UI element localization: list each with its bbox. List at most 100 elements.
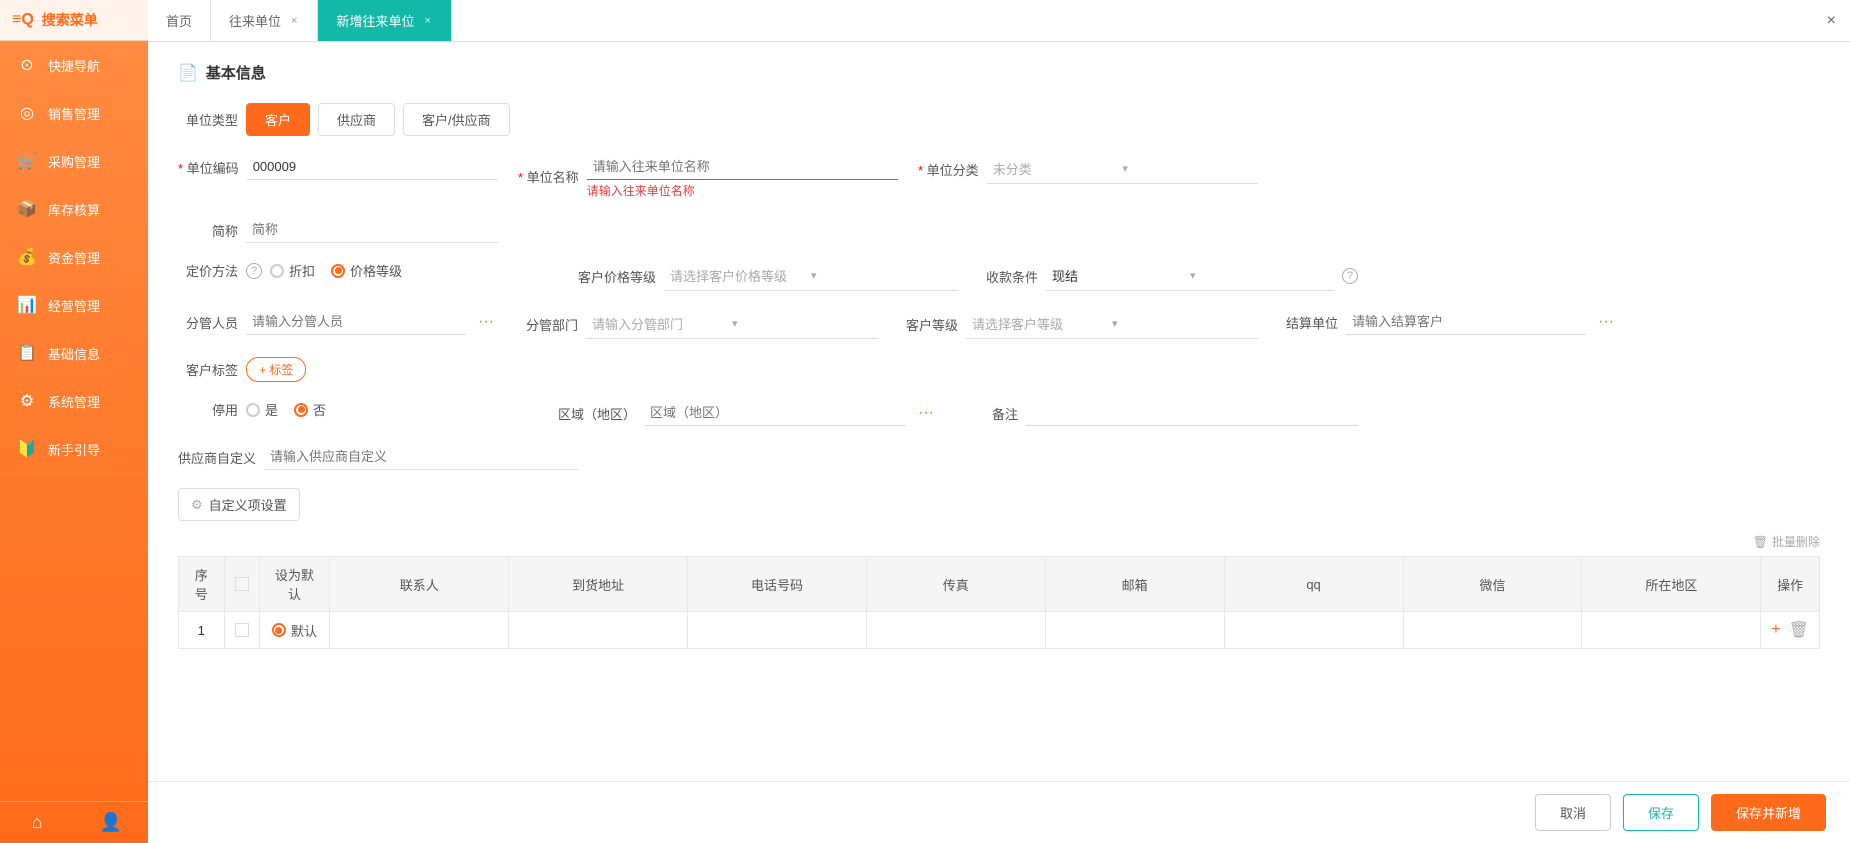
notes-input[interactable] — [1026, 400, 1358, 426]
email-input[interactable] — [1056, 623, 1214, 638]
cell-email[interactable] — [1045, 612, 1224, 649]
customer-level-label: 客户等级 — [898, 315, 958, 334]
region-more-btn[interactable]: ··· — [914, 404, 938, 422]
sidebar-item-inventory[interactable]: 📦 库存核算 — [0, 185, 148, 233]
supplier-custom-field: 供应商自定义 — [178, 444, 578, 470]
tab-home[interactable]: 首页 — [148, 0, 211, 41]
unit-name-input[interactable] — [587, 154, 898, 180]
col-phone: 电话号码 — [688, 557, 867, 612]
save-new-button[interactable]: 保存并新增 — [1711, 794, 1826, 831]
disabled-yes-option[interactable]: 是 — [246, 400, 278, 419]
region-input[interactable] — [644, 400, 906, 426]
col-email: 邮箱 — [1045, 557, 1224, 612]
sidebar: ≡Q 搜索菜单 ⊙ 快捷导航 ◎ 销售管理 🛒 采购管理 📦 库存核算 💰 资金… — [0, 0, 148, 843]
customer-btn[interactable]: 客户 — [246, 103, 310, 136]
payment-terms-select[interactable]: 现结 ▾ — [1046, 261, 1334, 291]
window-close-button[interactable]: × — [1813, 0, 1850, 41]
sidebar-item-sales[interactable]: ◎ 销售管理 — [0, 89, 148, 137]
cell-phone[interactable] — [688, 612, 867, 649]
settlement-unit-input[interactable] — [1346, 309, 1586, 335]
department-select[interactable]: 请输入分管部门 ▾ — [586, 309, 878, 339]
sidebar-item-label: 库存核算 — [48, 200, 100, 219]
cancel-button[interactable]: 取消 — [1535, 794, 1611, 831]
disabled-label: 停用 — [178, 400, 238, 419]
sidebar-item-basic[interactable]: 📋 基础信息 — [0, 329, 148, 377]
add-row-button[interactable]: + — [1771, 621, 1780, 639]
sidebar-item-purchase[interactable]: 🛒 采购管理 — [0, 137, 148, 185]
address-input[interactable] — [519, 623, 677, 638]
wechat-input[interactable] — [1414, 623, 1572, 638]
sidebar-bottom-home[interactable]: ⌂ — [0, 802, 74, 843]
set-default-radio[interactable]: 默认 — [270, 621, 320, 640]
payment-help-icon[interactable]: ? — [1342, 268, 1358, 284]
supplier-custom-input[interactable] — [264, 444, 578, 470]
section-header: 📄 基本信息 — [178, 62, 1820, 83]
department-field: 分管部门 请输入分管部门 ▾ — [518, 309, 878, 339]
pricing-discount-option[interactable]: 折扣 — [270, 261, 315, 280]
sidebar-item-system[interactable]: ⚙ 系统管理 — [0, 377, 148, 425]
unit-code-input[interactable] — [247, 154, 498, 180]
sidebar-item-finance[interactable]: 💰 资金管理 — [0, 233, 148, 281]
unit-type-field: 单位类型 客户 供应商 客户/供应商 — [178, 103, 678, 136]
region-field: 区域（地区） ··· — [558, 400, 938, 426]
batch-delete-area: 🗑 批量删除 — [178, 533, 1820, 550]
row-checkbox[interactable] — [235, 623, 249, 637]
save-button[interactable]: 保存 — [1623, 794, 1699, 831]
sidebar-bottom-user[interactable]: 👤 — [74, 802, 148, 843]
manager-row: 分管人员 ··· 分管部门 请输入分管部门 ▾ 客户等级 请选择客户等级 ▾ 结… — [178, 309, 1820, 339]
trash-icon: 🗑 — [1753, 535, 1768, 549]
customer-level-field: 客户等级 请选择客户等级 ▾ — [898, 309, 1258, 339]
sidebar-item-operations[interactable]: 📊 经营管理 — [0, 281, 148, 329]
manager-more-btn[interactable]: ··· — [474, 313, 498, 331]
batch-delete-label[interactable]: 批量删除 — [1772, 533, 1820, 550]
delete-row-button[interactable]: 🗑 — [1789, 620, 1809, 640]
short-name-input[interactable] — [246, 217, 498, 243]
customer-level-select[interactable]: 请选择客户等级 ▾ — [966, 309, 1258, 339]
customer-price-level-select[interactable]: 请选择客户价格等级 ▾ — [664, 261, 958, 291]
fax-input[interactable] — [877, 623, 1035, 638]
pricing-help-icon[interactable]: ? — [246, 263, 262, 279]
sidebar-item-label: 新手引导 — [48, 440, 100, 459]
disabled-no-option[interactable]: 否 — [294, 400, 326, 419]
add-tag-button[interactable]: + 标签 — [246, 357, 306, 382]
disabled-yes-label: 是 — [265, 400, 278, 419]
contact-input[interactable] — [340, 623, 498, 638]
phone-input[interactable] — [698, 623, 856, 638]
tab-unit-list-close[interactable]: × — [289, 13, 299, 29]
pricing-radio-group: 折扣 价格等级 — [270, 261, 402, 280]
system-icon: ⚙ — [16, 391, 38, 411]
sidebar-item-label: 快捷导航 — [48, 56, 100, 75]
cell-fax[interactable] — [866, 612, 1045, 649]
unit-category-select[interactable]: 未分类 ▾ — [987, 154, 1258, 184]
cell-region[interactable] — [1582, 612, 1761, 649]
sidebar-item-newbie[interactable]: 🔰 新手引导 — [0, 425, 148, 473]
department-label: 分管部门 — [518, 315, 578, 334]
tab-new-unit-close[interactable]: × — [422, 13, 432, 29]
region-label: 区域（地区） — [558, 404, 636, 423]
cell-wechat[interactable] — [1403, 612, 1582, 649]
search-menu-item[interactable]: ≡Q 搜索菜单 — [0, 0, 148, 41]
settlement-unit-label: 结算单位 — [1278, 313, 1338, 332]
sidebar-item-quick-nav[interactable]: ⊙ 快捷导航 — [0, 41, 148, 89]
table-region-input[interactable] — [1592, 623, 1750, 638]
cell-address[interactable] — [509, 612, 688, 649]
payment-terms-value: 现结 — [1052, 266, 1190, 285]
cell-qq[interactable] — [1224, 612, 1403, 649]
both-btn[interactable]: 客户/供应商 — [403, 103, 510, 136]
customer-price-level-label: 客户价格等级 — [578, 267, 656, 286]
tab-new-unit[interactable]: 新增往来单位 × — [318, 0, 451, 41]
manager-field: 分管人员 ··· — [178, 309, 498, 335]
manager-input[interactable] — [246, 309, 466, 335]
settlement-more-btn[interactable]: ··· — [1594, 313, 1618, 331]
supplier-btn[interactable]: 供应商 — [318, 103, 395, 136]
disabled-no-label: 否 — [313, 400, 326, 419]
contacts-table: 序号 设为默认 联系人 到货地址 电话号码 传真 邮箱 qq 微信 所在地区 操… — [178, 556, 1820, 649]
payment-terms-label: 收款条件 — [978, 267, 1038, 286]
col-qq: qq — [1224, 557, 1403, 612]
qq-input[interactable] — [1235, 623, 1393, 638]
custom-settings-button[interactable]: ⚙ 自定义项设置 — [178, 488, 300, 521]
pricing-level-option[interactable]: 价格等级 — [331, 261, 402, 280]
cell-contact[interactable] — [330, 612, 509, 649]
select-all-checkbox[interactable] — [235, 577, 249, 591]
tab-unit-list[interactable]: 往来单位 × — [211, 0, 318, 41]
